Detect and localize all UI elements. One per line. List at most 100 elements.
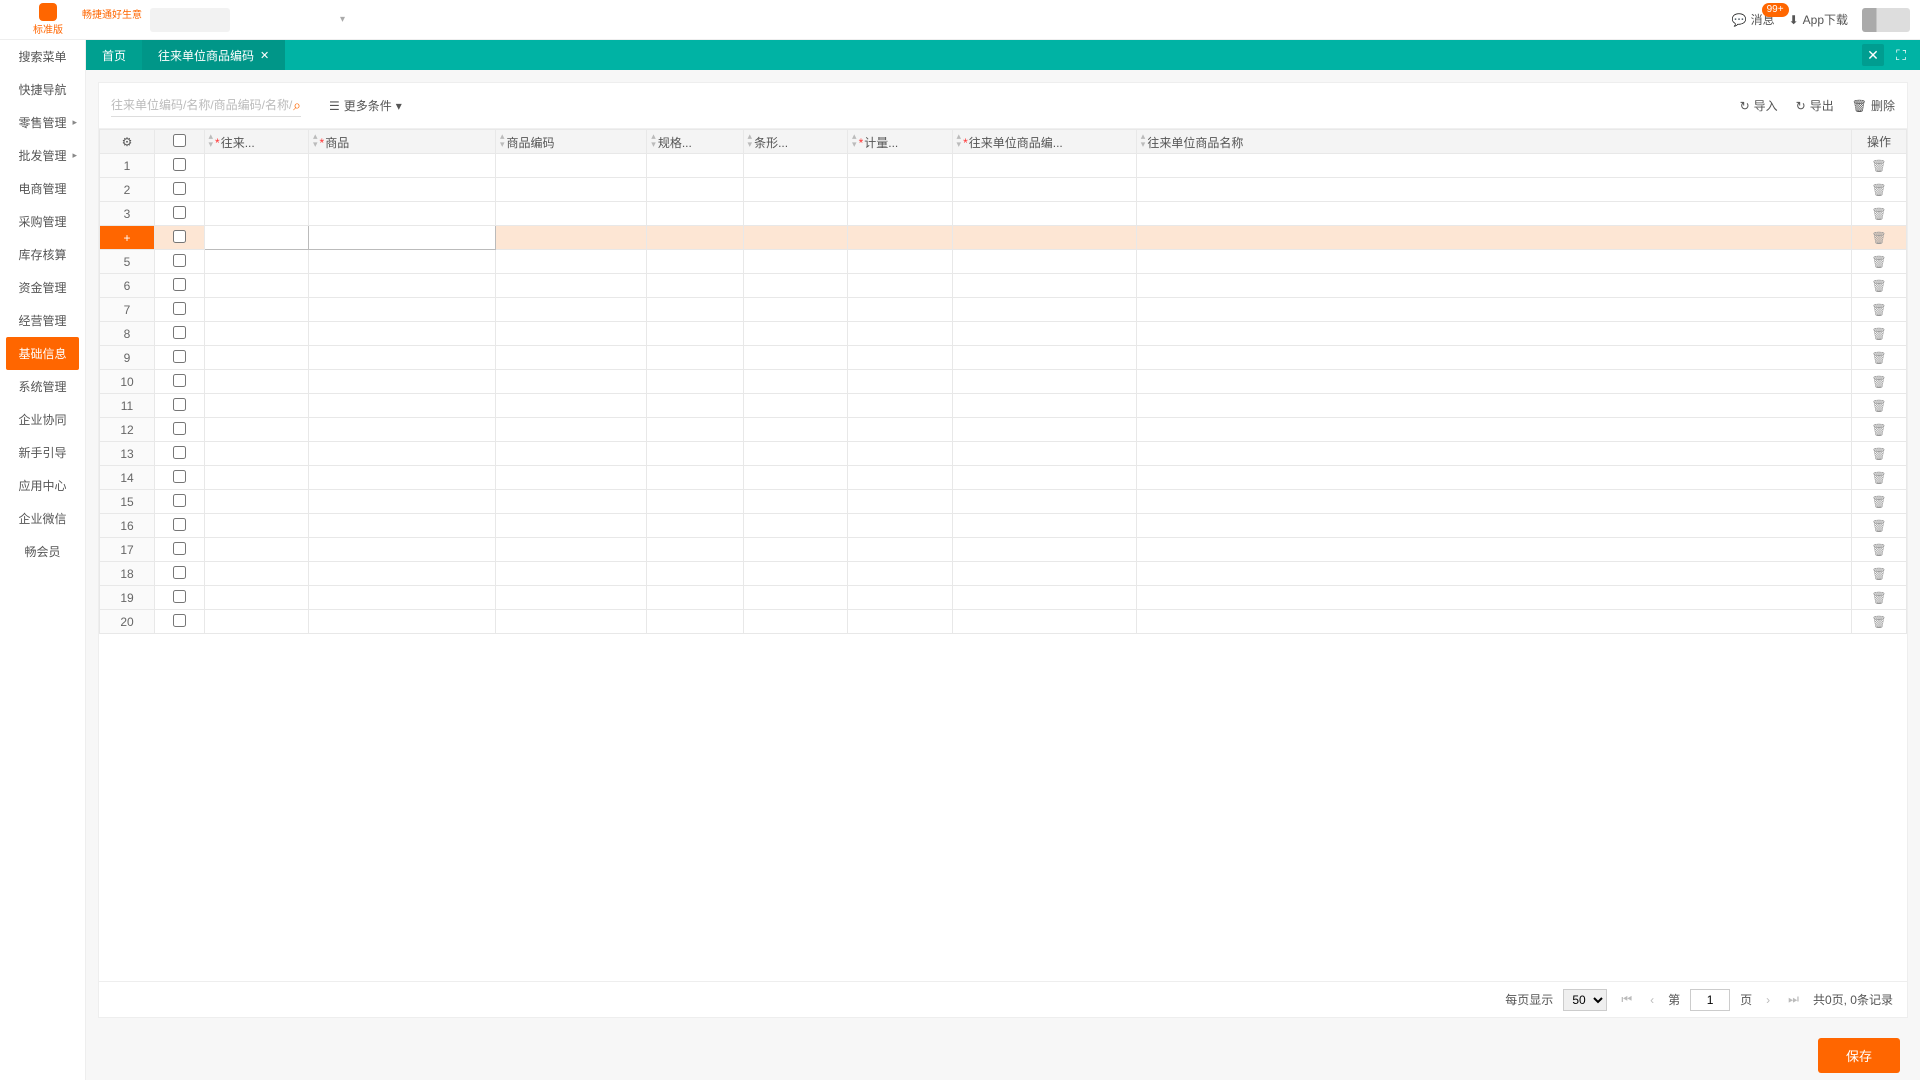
cell[interactable] bbox=[848, 586, 953, 610]
cell[interactable] bbox=[848, 226, 953, 250]
col-product[interactable]: ▴▾*商品 bbox=[309, 130, 496, 154]
row-checkbox[interactable] bbox=[173, 590, 186, 603]
cell[interactable] bbox=[1136, 322, 1851, 346]
cell[interactable] bbox=[1136, 442, 1851, 466]
cell[interactable] bbox=[952, 370, 1136, 394]
cell[interactable] bbox=[952, 514, 1136, 538]
cell[interactable] bbox=[1136, 418, 1851, 442]
cell[interactable] bbox=[204, 490, 309, 514]
cell[interactable] bbox=[848, 298, 953, 322]
cell[interactable] bbox=[647, 346, 743, 370]
cell[interactable] bbox=[848, 442, 953, 466]
col-partner-code[interactable]: ▴▾*往来单位商品编... bbox=[952, 130, 1136, 154]
cell[interactable] bbox=[743, 250, 848, 274]
cell[interactable] bbox=[848, 370, 953, 394]
cell[interactable] bbox=[743, 442, 848, 466]
sidebar-item-13[interactable]: 应用中心 bbox=[0, 469, 85, 502]
cell[interactable] bbox=[743, 538, 848, 562]
table-row[interactable]: 13🗑 bbox=[100, 442, 1907, 466]
cell[interactable] bbox=[1136, 226, 1851, 250]
cell[interactable] bbox=[496, 466, 647, 490]
row-delete-icon[interactable]: 🗑 bbox=[1871, 207, 1886, 221]
cell[interactable] bbox=[743, 226, 848, 250]
search-icon[interactable]: ⌕ bbox=[293, 97, 301, 114]
cell[interactable] bbox=[496, 586, 647, 610]
sidebar-item-3[interactable]: 批发管理▸ bbox=[0, 139, 85, 172]
table-row[interactable]: 16🗑 bbox=[100, 514, 1907, 538]
cell[interactable] bbox=[743, 490, 848, 514]
sidebar-item-2[interactable]: 零售管理▸ bbox=[0, 106, 85, 139]
sidebar-item-12[interactable]: 新手引导 bbox=[0, 436, 85, 469]
sidebar-item-6[interactable]: 库存核算 bbox=[0, 238, 85, 271]
row-delete-icon[interactable]: 🗑 bbox=[1871, 231, 1886, 245]
close-icon[interactable]: ✕ bbox=[260, 49, 269, 62]
cell[interactable] bbox=[647, 538, 743, 562]
cell[interactable] bbox=[647, 178, 743, 202]
row-delete-icon[interactable]: 🗑 bbox=[1871, 471, 1886, 485]
sidebar-item-9[interactable]: 基础信息 bbox=[6, 337, 79, 370]
cell[interactable] bbox=[848, 178, 953, 202]
more-conditions-button[interactable]: ☰ 更多条件 ▾ bbox=[329, 97, 402, 114]
cell[interactable] bbox=[952, 466, 1136, 490]
messages-button[interactable]: 💬 消息 99+ bbox=[1732, 11, 1775, 28]
table-row[interactable]: 10🗑 bbox=[100, 370, 1907, 394]
page-input[interactable] bbox=[1690, 989, 1730, 1011]
cell[interactable] bbox=[848, 514, 953, 538]
tab-home[interactable]: 首页 bbox=[86, 40, 142, 70]
cell[interactable] bbox=[1136, 154, 1851, 178]
fullscreen-icon[interactable]: ⛶ bbox=[1890, 44, 1912, 66]
table-row[interactable]: 7🗑 bbox=[100, 298, 1907, 322]
sidebar-item-7[interactable]: 资金管理 bbox=[0, 271, 85, 304]
org-selector[interactable] bbox=[150, 8, 230, 32]
cell[interactable] bbox=[309, 586, 496, 610]
sidebar-item-10[interactable]: 系统管理 bbox=[0, 370, 85, 403]
row-delete-icon[interactable]: 🗑 bbox=[1871, 255, 1886, 269]
cell[interactable] bbox=[647, 466, 743, 490]
cell[interactable] bbox=[1136, 250, 1851, 274]
cell[interactable] bbox=[743, 346, 848, 370]
row-checkbox[interactable] bbox=[173, 350, 186, 363]
table-row[interactable]: 19🗑 bbox=[100, 586, 1907, 610]
sidebar-item-15[interactable]: 畅会员 bbox=[0, 535, 85, 568]
cell[interactable] bbox=[647, 418, 743, 442]
col-product-code[interactable]: ▴▾商品编码 bbox=[496, 130, 647, 154]
cell[interactable] bbox=[848, 466, 953, 490]
cell[interactable] bbox=[848, 322, 953, 346]
cell[interactable] bbox=[309, 250, 496, 274]
cell[interactable] bbox=[848, 610, 953, 634]
table-row[interactable]: 17🗑 bbox=[100, 538, 1907, 562]
cell[interactable] bbox=[952, 490, 1136, 514]
cell[interactable] bbox=[647, 610, 743, 634]
cell[interactable] bbox=[647, 514, 743, 538]
cell[interactable] bbox=[496, 562, 647, 586]
app-download-button[interactable]: ⬇ App下载 bbox=[1789, 11, 1848, 28]
cell[interactable] bbox=[496, 370, 647, 394]
cell[interactable] bbox=[647, 202, 743, 226]
row-delete-icon[interactable]: 🗑 bbox=[1871, 327, 1886, 341]
sidebar-item-1[interactable]: 快捷导航 bbox=[0, 73, 85, 106]
cell[interactable] bbox=[1136, 202, 1851, 226]
tab-active[interactable]: 往来单位商品编码 ✕ bbox=[142, 40, 285, 70]
sidebar-item-14[interactable]: 企业微信 bbox=[0, 502, 85, 535]
next-page-icon[interactable]: › bbox=[1762, 993, 1774, 1007]
cell[interactable] bbox=[1136, 514, 1851, 538]
table-row[interactable]: 8🗑 bbox=[100, 322, 1907, 346]
table-row[interactable]: 15🗑 bbox=[100, 490, 1907, 514]
col-partner[interactable]: ▴▾*往来... bbox=[204, 130, 309, 154]
cell[interactable] bbox=[848, 250, 953, 274]
cell[interactable] bbox=[952, 298, 1136, 322]
table-row[interactable]: 5🗑 bbox=[100, 250, 1907, 274]
avatar[interactable] bbox=[1862, 8, 1910, 32]
cell[interactable] bbox=[309, 610, 496, 634]
cell[interactable] bbox=[309, 538, 496, 562]
search-input[interactable] bbox=[111, 98, 293, 112]
cell[interactable] bbox=[952, 274, 1136, 298]
row-checkbox[interactable] bbox=[173, 422, 186, 435]
cell[interactable] bbox=[496, 394, 647, 418]
cell[interactable] bbox=[204, 562, 309, 586]
row-delete-icon[interactable]: 🗑 bbox=[1871, 279, 1886, 293]
cell[interactable] bbox=[496, 298, 647, 322]
cell[interactable] bbox=[1136, 610, 1851, 634]
cell[interactable] bbox=[204, 418, 309, 442]
row-checkbox[interactable] bbox=[173, 302, 186, 315]
